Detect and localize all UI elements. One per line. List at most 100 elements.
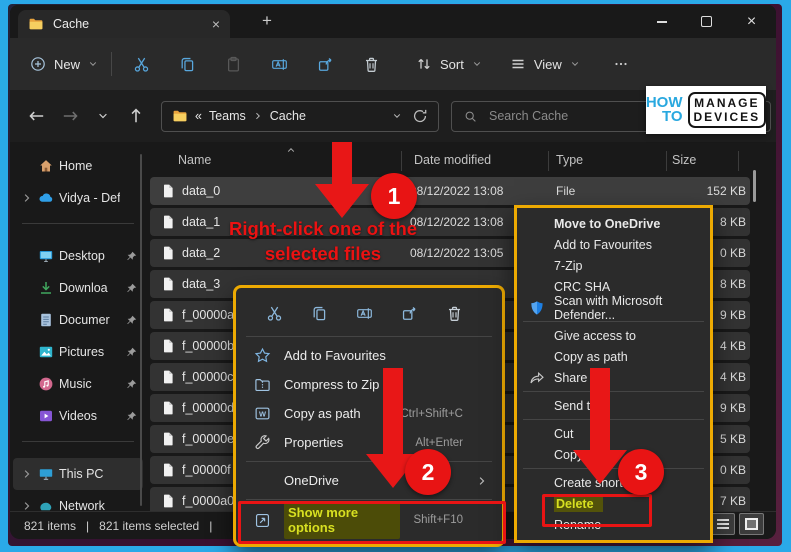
column-header-date[interactable]: Date modified	[414, 153, 491, 167]
context-menu-icon-button[interactable]	[348, 298, 380, 328]
maximize-icon	[701, 16, 712, 27]
pin-icon	[125, 314, 138, 327]
folder-icon	[172, 108, 188, 124]
sort-ascending-icon	[286, 145, 296, 155]
sidebar-item[interactable]: Music	[13, 368, 143, 400]
delete-icon	[363, 56, 380, 73]
context-menu-item[interactable]: Scan with Microsoft Defender...	[517, 294, 710, 322]
context-menu-icon-button[interactable]	[393, 298, 425, 328]
back-button[interactable]	[24, 103, 50, 129]
breadcrumb-cache[interactable]: Cache	[270, 109, 306, 123]
toolbar-button[interactable]	[125, 48, 158, 81]
column-header-type[interactable]: Type	[556, 153, 583, 167]
chevron-down-icon	[97, 110, 109, 122]
context-menu-item[interactable]: Share	[517, 367, 710, 388]
copy-icon	[179, 56, 196, 73]
sidebar-item[interactable]: Desktop	[13, 240, 143, 272]
toolbar-icon-group	[125, 48, 388, 81]
sort-button[interactable]: Sort	[416, 56, 482, 72]
maximize-button[interactable]	[684, 5, 729, 38]
address-bar[interactable]: « Teams Cache	[161, 100, 439, 132]
new-button[interactable]: New	[30, 56, 98, 72]
sidebar-item[interactable]: Pictures	[13, 336, 143, 368]
column-divider[interactable]	[738, 151, 739, 171]
empty-icon-slot	[529, 328, 545, 344]
details-view-button[interactable]	[710, 513, 735, 535]
context-menu-icon-button[interactable]	[438, 298, 470, 328]
view-icon	[510, 56, 526, 72]
context-menu-icon-button[interactable]	[303, 298, 335, 328]
annotation-arrow-2-shaft	[383, 368, 403, 455]
explorer-tab[interactable]: Cache ×	[18, 10, 230, 38]
tab-close-icon[interactable]: ×	[212, 17, 220, 31]
star-icon	[254, 347, 271, 364]
column-header-size[interactable]: Size	[672, 153, 696, 167]
desktop-icon	[38, 248, 54, 264]
toolbar-button[interactable]	[171, 48, 204, 81]
sidebar-scrollbar[interactable]	[140, 154, 142, 506]
breadcrumb-teams[interactable]: Teams	[209, 109, 246, 123]
file-icon	[160, 307, 176, 323]
paste-icon	[225, 56, 242, 73]
empty-icon-slot	[125, 468, 138, 481]
tab-title: Cache	[53, 17, 90, 31]
context-menu-item[interactable]: Add to Favourites	[517, 234, 710, 255]
toolbar-button[interactable]	[263, 48, 296, 81]
view-button[interactable]: View	[510, 56, 580, 72]
sidebar-item[interactable]: Documer	[13, 304, 143, 336]
column-divider[interactable]	[666, 151, 667, 171]
cut-icon	[266, 305, 283, 322]
context-menu-icon-button[interactable]	[258, 298, 290, 328]
minimize-button[interactable]	[639, 5, 684, 38]
context-menu-item[interactable]: 7-Zip	[517, 255, 710, 276]
toolbar-button[interactable]	[355, 48, 388, 81]
toolbar-button[interactable]	[309, 48, 342, 81]
context-menu-item[interactable]: Add to Favourites	[236, 341, 502, 370]
view-button-label: View	[533, 56, 562, 72]
close-button[interactable]: ×	[729, 5, 774, 38]
context-menu-item[interactable]: Compress to Zip fil	[236, 370, 502, 399]
empty-icon-slot	[21, 410, 33, 422]
column-header-name[interactable]: Name	[178, 153, 211, 167]
sidebar-item[interactable]: Downloa	[13, 272, 143, 304]
music-icon	[38, 376, 54, 392]
pin-icon	[125, 282, 138, 295]
context-menu-item[interactable]: Move to OneDrive	[517, 213, 710, 234]
toolbar-button[interactable]	[217, 48, 250, 81]
see-more-button[interactable]	[606, 49, 636, 79]
column-divider[interactable]	[548, 151, 549, 171]
forward-button[interactable]	[57, 103, 83, 129]
chevron-down-icon	[472, 59, 482, 69]
items-count: 821 items	[24, 518, 77, 533]
videos-icon	[38, 408, 54, 424]
refresh-icon[interactable]	[412, 108, 428, 124]
sidebar-item[interactable]: Home	[13, 150, 143, 182]
file-list-scrollbar[interactable]	[753, 170, 756, 202]
context-menu-item[interactable]: W Copy as path Ctrl+Shift+C	[236, 399, 502, 428]
toolbar-separator	[111, 52, 113, 76]
breadcrumb-overflow[interactable]: «	[195, 109, 202, 123]
sidebar-item[interactable]: Network	[13, 490, 143, 512]
new-tab-button[interactable]: +	[262, 11, 272, 31]
address-dropdown-icon[interactable]	[392, 111, 402, 121]
separator	[246, 499, 492, 500]
context-menu-item[interactable]: Properties Alt+Enter	[236, 428, 502, 457]
file-row[interactable]: data_0 08/12/2022 13:08 File 152 KB	[150, 177, 750, 205]
up-button[interactable]	[123, 103, 149, 129]
htmd-logo: HOW TO MANAGE DEVICES	[646, 86, 767, 134]
column-divider[interactable]	[401, 151, 402, 171]
sidebar-item[interactable]: Vidya - Defa	[13, 182, 143, 214]
context-menu-item[interactable]: Cut	[517, 423, 710, 444]
sidebar-item[interactable]: This PC	[13, 458, 143, 490]
file-icon	[160, 276, 176, 292]
details-view-icon	[716, 519, 729, 521]
file-icon	[160, 183, 176, 199]
context-menu-item[interactable]: Give access to	[517, 325, 710, 346]
large-icons-view-button[interactable]	[739, 513, 764, 535]
context-menu-item[interactable]: Send to	[517, 395, 710, 416]
annotation-step-circle-2: 2	[405, 449, 451, 495]
titlebar: Cache × + ×	[10, 5, 776, 38]
context-menu-item[interactable]: Copy as path	[517, 346, 710, 367]
recent-locations-button[interactable]	[90, 103, 116, 129]
sidebar-item[interactable]: Videos	[13, 400, 143, 432]
